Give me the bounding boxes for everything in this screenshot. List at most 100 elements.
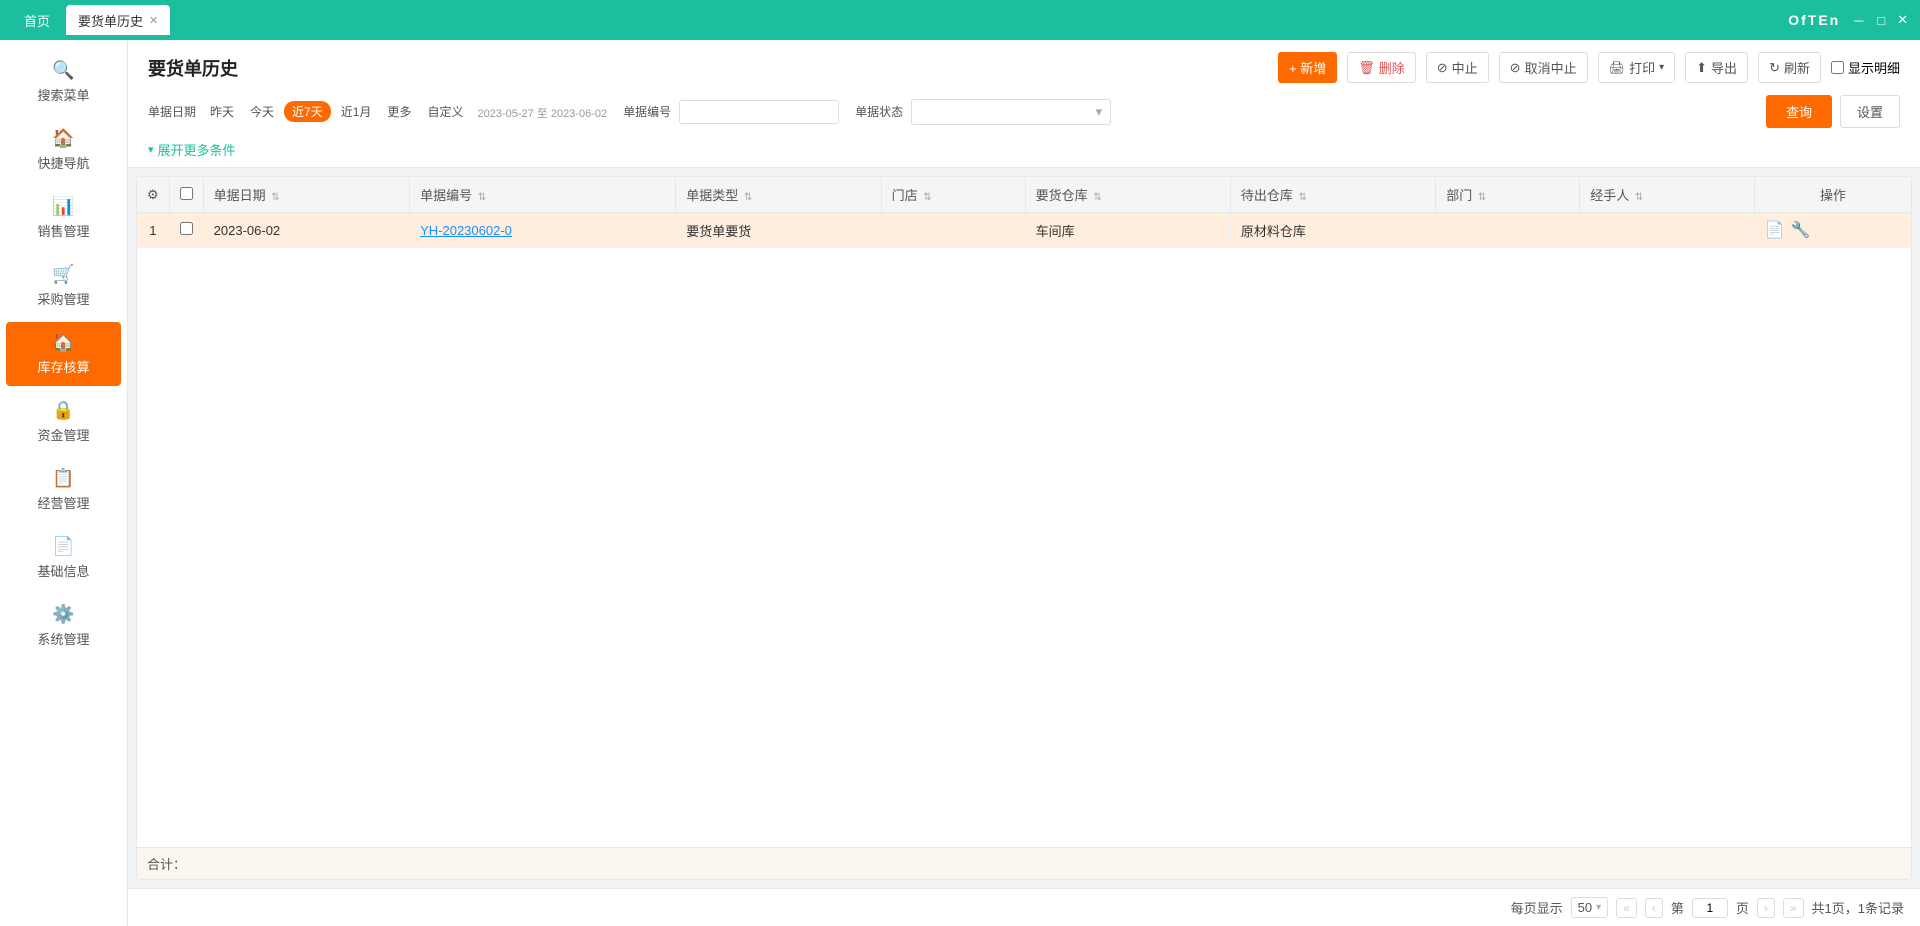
pagination-bar: 每页显示 50 ▾ « ‹ 第 页 › » 共1页，1条记录 <box>128 888 1920 926</box>
date-filter-more[interactable]: 更多 <box>381 101 417 122</box>
date-filter-custom[interactable]: 自定义 <box>421 101 469 122</box>
tab-home[interactable]: 首页 <box>12 5 62 35</box>
filter-settings-button[interactable]: 设置 <box>1840 95 1900 128</box>
last-page-btn[interactable]: » <box>1783 898 1804 918</box>
window-close-btn[interactable]: ✕ <box>1897 12 1908 28</box>
row-view-btn[interactable]: 📄 <box>1765 220 1785 240</box>
delete-button[interactable]: 🗑 删除 <box>1347 52 1416 83</box>
col-doc-type[interactable]: 单据类型 ⇅ <box>676 177 881 213</box>
sidebar-item-sales-mgmt[interactable]: 📊 销售管理 <box>6 186 121 250</box>
window-maximize-btn[interactable]: □ <box>1877 13 1885 28</box>
sidebar-item-finance[interactable]: 🔒 资金管理 <box>6 390 121 454</box>
col-department[interactable]: 部门 ⇅ <box>1436 177 1580 213</box>
sort-department-icon: ⇅ <box>1478 192 1486 203</box>
date-filter-today[interactable]: 今天 <box>244 101 280 122</box>
row-action: 📄 🔧 <box>1765 220 1901 240</box>
cell-doc-type: 要货单要货 <box>676 213 881 248</box>
sidebar-item-sales-label: 销售管理 <box>37 221 89 240</box>
window-minimize-btn[interactable]: － <box>1852 11 1865 30</box>
cell-req-warehouse: 车间库 <box>1025 213 1230 248</box>
col-pending-warehouse[interactable]: 待出仓库 ⇅ <box>1230 177 1435 213</box>
sort-doc-number-icon: ⇅ <box>478 192 486 203</box>
sort-pending-warehouse-icon: ⇅ <box>1299 192 1307 203</box>
doc-status-select[interactable]: ▾ <box>911 99 1111 125</box>
expand-icon: ▾ <box>148 143 154 156</box>
refresh-button[interactable]: ↻ 刷新 <box>1758 52 1821 83</box>
table-container[interactable]: ⚙ 单据日期 ⇅ 单据编号 ⇅ <box>137 177 1911 847</box>
sidebar-item-basic-info[interactable]: 📄 基础信息 <box>6 526 121 590</box>
col-req-warehouse[interactable]: 要货仓库 ⇅ <box>1025 177 1230 213</box>
filter-actions: 查询 设置 <box>1766 95 1900 128</box>
cell-checkbox[interactable] <box>169 213 203 248</box>
sidebar-item-basic-info-label: 基础信息 <box>37 561 89 580</box>
sidebar-item-purchase-mgmt[interactable]: 🛒 采购管理 <box>6 254 121 318</box>
inventory-icon: 🏠 <box>52 332 74 353</box>
stop-label: 中止 <box>1452 58 1478 77</box>
col-checkbox[interactable] <box>169 177 203 213</box>
data-table: ⚙ 单据日期 ⇅ 单据编号 ⇅ <box>137 177 1911 248</box>
sort-handler-icon: ⇅ <box>1635 192 1643 203</box>
cell-doc-date: 2023-06-02 <box>203 213 409 248</box>
query-button[interactable]: 查询 <box>1766 95 1832 128</box>
date-filter-7days[interactable]: 近7天 <box>284 101 331 122</box>
tab-close-icon[interactable]: ✕ <box>149 14 158 27</box>
doc-number-link[interactable]: YH-20230602-0 <box>420 223 512 238</box>
tab-home-label: 首页 <box>24 11 50 30</box>
show-detail-checkbox[interactable] <box>1831 61 1844 74</box>
col-doc-number[interactable]: 单据编号 ⇅ <box>410 177 676 213</box>
col-handler[interactable]: 经手人 ⇅ <box>1580 177 1755 213</box>
basic-info-icon: 📄 <box>52 536 74 557</box>
date-filter-1month[interactable]: 近1月 <box>335 101 378 122</box>
cell-pending-warehouse: 原材料仓库 <box>1230 213 1435 248</box>
sales-icon: 📊 <box>52 196 74 217</box>
cell-num: 1 <box>137 213 169 248</box>
cancel-stop-button[interactable]: ⊘ 取消中止 <box>1499 52 1588 83</box>
table-row: 1 2023-06-02 YH-20230602-0 要货单要货 车间库 <box>137 213 1911 248</box>
total-label: 合计： <box>147 854 186 873</box>
filter-section: 单据日期 昨天 今天 近7天 近1月 更多 自定义 2023-05-27 至 2… <box>148 95 1900 167</box>
system-icon: ⚙️ <box>52 604 74 625</box>
show-detail-label[interactable]: 显示明细 <box>1831 58 1900 77</box>
first-page-btn[interactable]: « <box>1616 898 1637 918</box>
page-number-input[interactable] <box>1692 898 1728 918</box>
sidebar-item-quick-nav-label: 快捷导航 <box>37 153 89 172</box>
date-range-display: 2023-05-27 至 2023-06-02 <box>477 103 607 121</box>
sort-doc-date-icon: ⇅ <box>271 192 279 203</box>
next-page-btn[interactable]: › <box>1757 898 1775 918</box>
date-filter-yesterday[interactable]: 昨天 <box>204 101 240 122</box>
quick-nav-icon: 🏠 <box>52 128 74 149</box>
content-area: 要货单历史 + 新增 🗑 删除 ⊘ 中止 ⊘ 取消中止 <box>128 40 1920 926</box>
sidebar-item-operations[interactable]: 📋 经营管理 <box>6 458 121 522</box>
sort-doc-type-icon: ⇅ <box>744 192 752 203</box>
col-doc-date[interactable]: 单据日期 ⇅ <box>203 177 409 213</box>
cell-department <box>1436 213 1580 248</box>
print-button[interactable]: 🖨 打印 ▾ <box>1598 52 1676 83</box>
doc-number-input[interactable] <box>679 100 839 124</box>
filter-row2: ▾ 展开更多条件 <box>148 136 1900 167</box>
expand-label: 展开更多条件 <box>158 140 236 159</box>
filter-row: 单据日期 昨天 今天 近7天 近1月 更多 自定义 2023-05-27 至 2… <box>148 95 1900 128</box>
prev-page-btn[interactable]: ‹ <box>1645 898 1663 918</box>
row-checkbox[interactable] <box>180 222 193 235</box>
select-all-checkbox[interactable] <box>180 187 193 200</box>
finance-icon: 🔒 <box>52 400 74 421</box>
sidebar-item-quick-nav[interactable]: 🏠 快捷导航 <box>6 118 121 182</box>
expand-more-button[interactable]: ▾ 展开更多条件 <box>148 136 236 163</box>
col-store[interactable]: 门店 ⇅ <box>881 177 1025 213</box>
page-size-value: 50 <box>1578 900 1592 915</box>
brand-label: OfTEn <box>1788 12 1840 28</box>
doc-status-filter-group: 单据状态 ▾ <box>855 99 1111 125</box>
sidebar-item-search-menu[interactable]: 🔍 搜索菜单 <box>6 50 121 114</box>
sidebar-item-inventory[interactable]: 🏠 库存核算 <box>6 322 121 386</box>
operations-icon: 📋 <box>52 468 74 489</box>
row-edit-btn[interactable]: 🔧 <box>1791 220 1811 240</box>
sidebar-item-system-mgmt[interactable]: ⚙️ 系统管理 <box>6 594 121 658</box>
export-button[interactable]: ⬆ 导出 <box>1685 52 1748 83</box>
col-settings[interactable]: ⚙ <box>137 177 169 213</box>
new-button[interactable]: + 新增 <box>1278 52 1337 83</box>
table-settings-icon: ⚙ <box>147 187 159 202</box>
sort-req-warehouse-icon: ⇅ <box>1093 192 1101 203</box>
stop-button[interactable]: ⊘ 中止 <box>1426 52 1489 83</box>
page-size-select[interactable]: 50 ▾ <box>1571 897 1609 918</box>
tab-requisition-history[interactable]: 要货单历史 ✕ <box>66 5 170 35</box>
